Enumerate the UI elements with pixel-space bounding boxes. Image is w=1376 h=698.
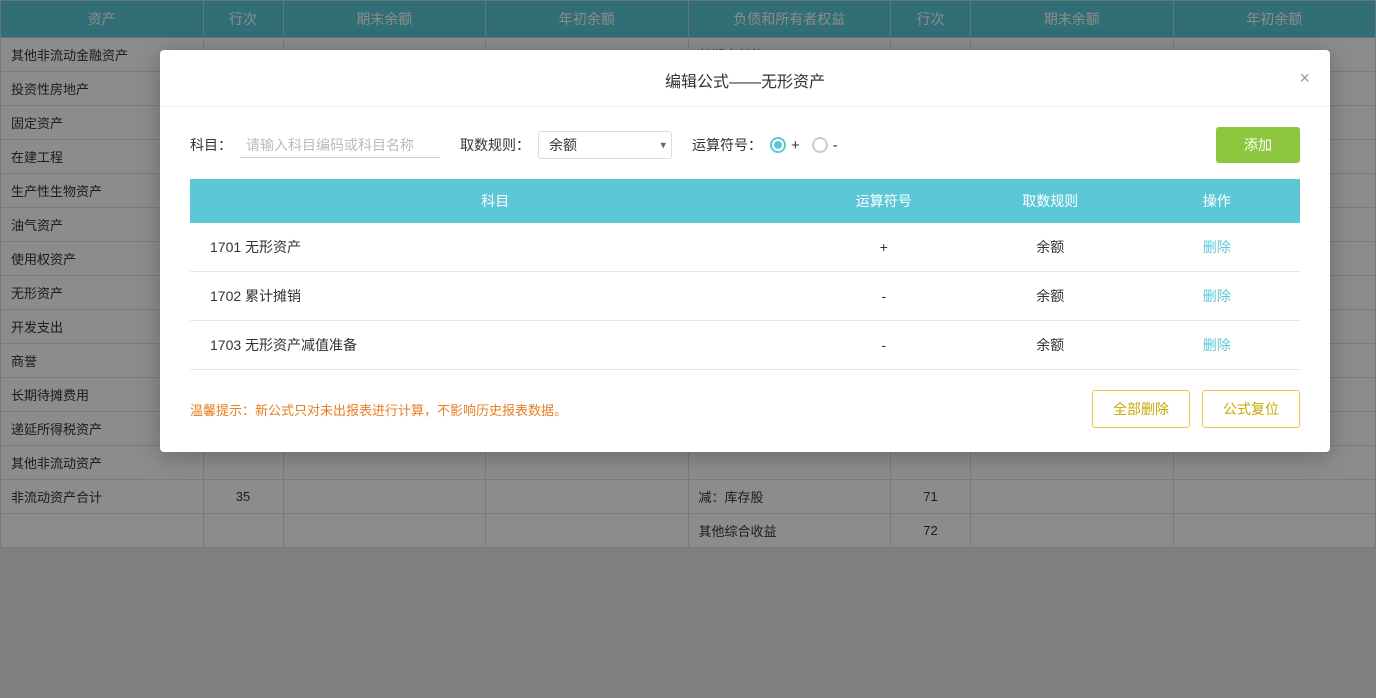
formula-action-cell: 删除 <box>1134 321 1301 370</box>
formula-operator-cell: + <box>801 223 968 272</box>
form-row: 科目： 取数规则： 余额 借方发生额 贷方发生额 借方累计发生额 贷方累计发生额… <box>160 107 1330 179</box>
operator-minus-label: - <box>833 137 838 154</box>
radio-plus-circle <box>770 137 786 153</box>
subject-label: 科目： <box>190 135 232 155</box>
formula-table: 科目 运算符号 取数规则 操作 1701 无形资产+余额删除1702 累计摊销-… <box>190 179 1300 370</box>
reset-button[interactable]: 公式复位 <box>1202 390 1300 428</box>
formula-operator-cell: - <box>801 321 968 370</box>
formula-subject-cell: 1702 累计摊销 <box>190 272 801 321</box>
hint-text: 温馨提示：新公式只对未出报表进行计算，不影响历史报表数据。 <box>190 400 567 419</box>
operator-plus-label: + <box>791 137 800 154</box>
delete-link[interactable]: 删除 <box>1203 288 1231 304</box>
radio-minus-circle <box>812 137 828 153</box>
formula-action-cell: 删除 <box>1134 272 1301 321</box>
formula-subject-cell: 1701 无形资产 <box>190 223 801 272</box>
delete-link[interactable]: 删除 <box>1203 239 1231 255</box>
table-header-operator: 运算符号 <box>801 179 968 223</box>
formula-rule-cell: 余额 <box>967 321 1134 370</box>
modal-title: 编辑公式——无形资产 <box>665 68 825 92</box>
formula-row: 1702 累计摊销-余额 删除 <box>190 272 1300 321</box>
operator-radio-group: + - <box>770 137 838 154</box>
formula-action-cell: 删除 <box>1134 223 1301 272</box>
add-button[interactable]: 添加 <box>1216 127 1300 163</box>
rule-select-wrapper: 余额 借方发生额 贷方发生额 借方累计发生额 贷方累计发生额 ▾ <box>538 131 672 159</box>
operator-minus-radio[interactable]: - <box>812 137 838 154</box>
formula-subject-cell: 1703 无形资产减值准备 <box>190 321 801 370</box>
operator-plus-radio[interactable]: + <box>770 137 800 154</box>
formula-rule-cell: 余额 <box>967 272 1134 321</box>
formula-rule-cell: 余额 <box>967 223 1134 272</box>
modal-dialog: 编辑公式——无形资产 × 科目： 取数规则： 余额 借方发生额 贷方发生额 借方… <box>160 50 1330 452</box>
table-header-subject: 科目 <box>190 179 801 223</box>
close-button[interactable]: × <box>1299 69 1310 87</box>
subject-field: 科目： <box>190 133 440 158</box>
table-header-rule: 取数规则 <box>967 179 1134 223</box>
modal-header: 编辑公式——无形资产 × <box>160 50 1330 107</box>
rule-field: 取数规则： 余额 借方发生额 贷方发生额 借方累计发生额 贷方累计发生额 ▾ <box>460 131 672 159</box>
delete-link[interactable]: 删除 <box>1203 337 1231 353</box>
rule-select[interactable]: 余额 借方发生额 贷方发生额 借方累计发生额 贷方累计发生额 <box>538 131 672 159</box>
delete-all-button[interactable]: 全部删除 <box>1092 390 1190 428</box>
rule-label: 取数规则： <box>460 135 530 155</box>
operator-field: 运算符号： + - <box>692 135 838 155</box>
operator-label: 运算符号： <box>692 135 762 155</box>
formula-row: 1701 无形资产+余额 删除 <box>190 223 1300 272</box>
table-header-action: 操作 <box>1134 179 1301 223</box>
formula-row: 1703 无形资产减值准备-余额 删除 <box>190 321 1300 370</box>
subject-input[interactable] <box>240 133 440 158</box>
footer-buttons: 全部删除 公式复位 <box>1092 390 1300 428</box>
formula-operator-cell: - <box>801 272 968 321</box>
modal-footer: 温馨提示：新公式只对未出报表进行计算，不影响历史报表数据。 全部删除 公式复位 <box>160 370 1330 428</box>
